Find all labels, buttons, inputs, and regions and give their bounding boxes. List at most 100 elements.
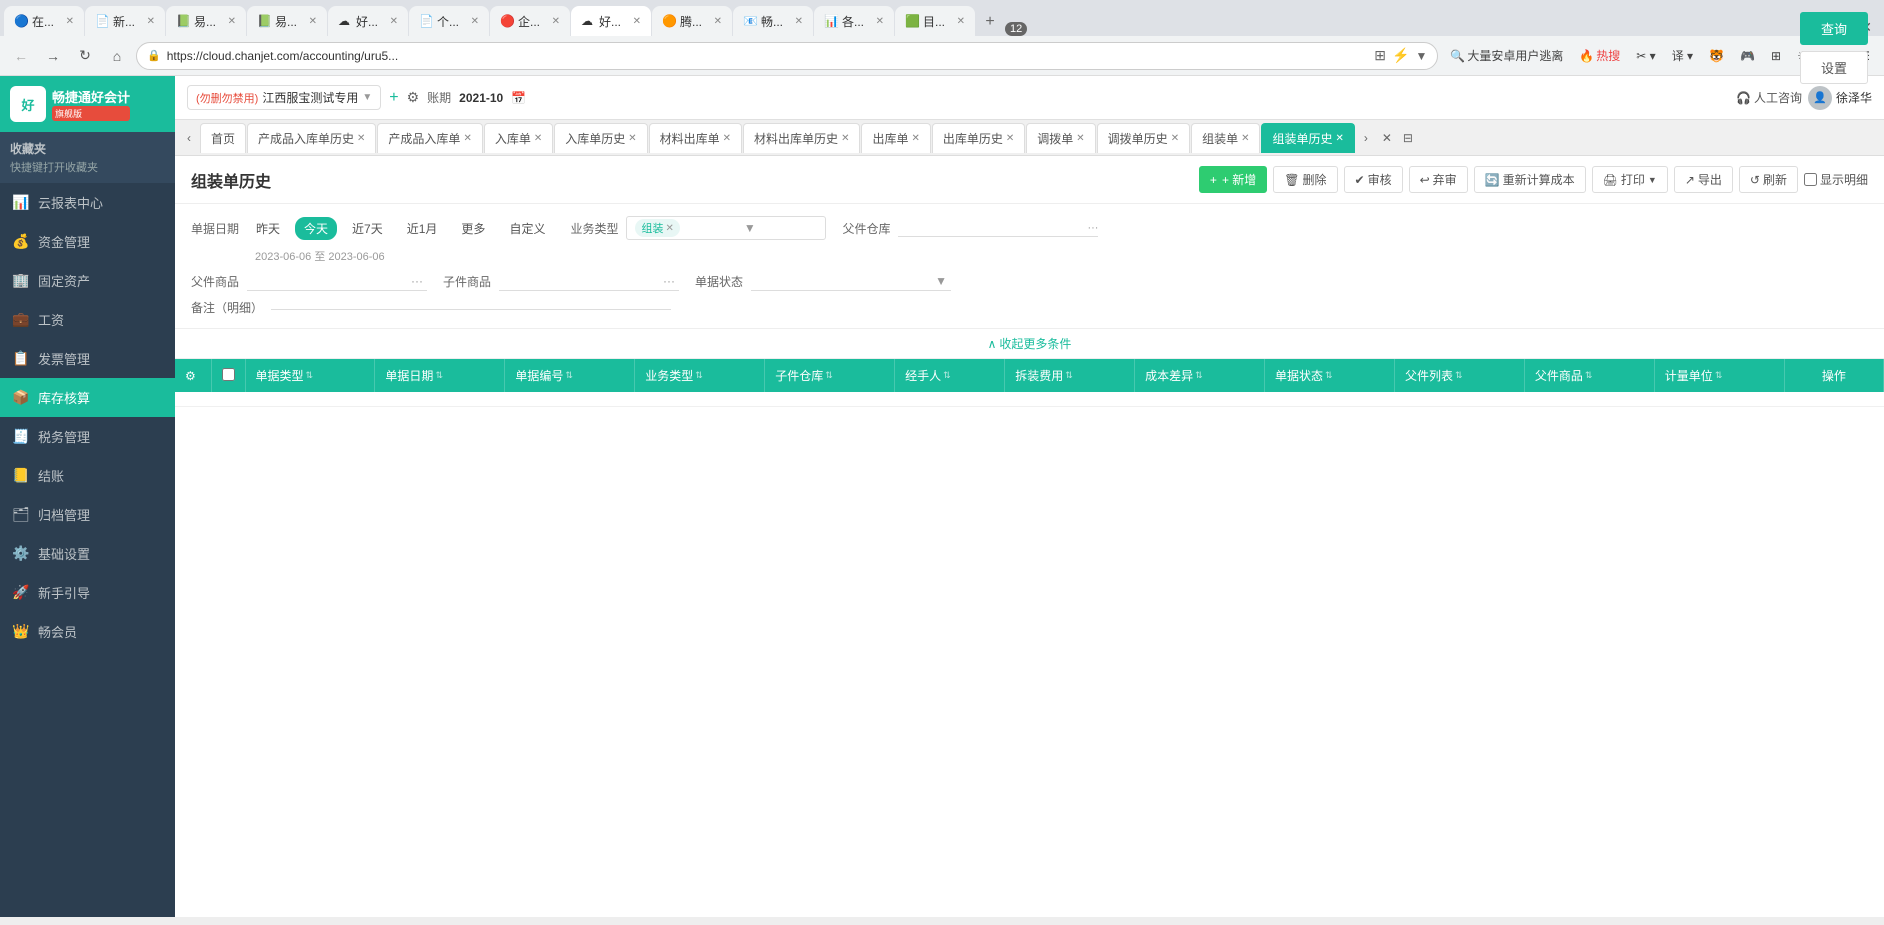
browser-tab-1[interactable]: 🔵 在... ✕ [4, 6, 84, 36]
back-button[interactable]: ← [8, 43, 34, 69]
abandon-button[interactable]: ↩ 弃审 [1409, 166, 1468, 193]
grid-view-button[interactable]: ⊞ [1765, 47, 1787, 65]
tab-close-6[interactable]: ✕ [471, 16, 479, 27]
th-gear[interactable]: ⚙ [175, 359, 211, 392]
tab-close-4[interactable]: ✕ [309, 16, 317, 27]
sidebar-item-cloud-report[interactable]: 📊 云报表中心 [0, 183, 175, 222]
reload-button[interactable]: ↻ [72, 43, 98, 69]
out-history-close[interactable]: ✕ [1006, 133, 1014, 144]
recalc-button[interactable]: 🔄 重新计算成本 [1474, 166, 1586, 193]
page-tab-assembly-history[interactable]: 组装单历史 ✕ [1261, 123, 1354, 153]
date-btn-custom[interactable]: 自定义 [500, 217, 554, 240]
browser-tab-12[interactable]: 🟩 目... ✕ [895, 6, 975, 36]
date-btn-today[interactable]: 今天 [295, 217, 337, 240]
sidebar-item-invoice[interactable]: 📋 发票管理 [0, 339, 175, 378]
browser-tab-4[interactable]: 📗 易... ✕ [247, 6, 327, 36]
refresh-button[interactable]: ↺ 刷新 [1739, 166, 1798, 193]
date-btn-more[interactable]: 更多 [452, 217, 494, 240]
collapse-bar[interactable]: ∧ 收起更多条件 [175, 329, 1884, 359]
favorites-shortcut[interactable]: 快捷键打开收藏夹 [10, 159, 165, 175]
biz-type-expand[interactable]: ▼ [744, 221, 756, 235]
horizontal-scrollbar[interactable] [0, 917, 1884, 925]
in-order-close[interactable]: ✕ [534, 133, 542, 144]
sidebar-item-settings[interactable]: ⚙️ 基础设置 [0, 534, 175, 573]
browser-tab-3[interactable]: 📗 易... ✕ [166, 6, 246, 36]
th-disassemble-fee[interactable]: 拆装费用⇅ [1005, 359, 1135, 392]
browser-tab-6[interactable]: 📄 个... ✕ [409, 6, 489, 36]
th-date[interactable]: 单据日期⇅ [375, 359, 505, 392]
th-parent-list[interactable]: 父件列表⇅ [1394, 359, 1524, 392]
new-tab-button[interactable]: + [976, 8, 1004, 36]
th-order-status[interactable]: 单据状态⇅ [1265, 359, 1395, 392]
tab-nav-close[interactable]: ✕ [1377, 128, 1397, 148]
page-tab-prod-in[interactable]: 产成品入库单 ✕ [377, 123, 482, 153]
sidebar-item-fund[interactable]: 💰 资金管理 [0, 222, 175, 261]
th-unit[interactable]: 计量单位⇅ [1654, 359, 1784, 392]
new-company-button[interactable]: + [389, 89, 398, 107]
browser-tab-5[interactable]: ☁ 好... ✕ [328, 6, 408, 36]
sidebar-item-settle[interactable]: 📒 结账 [0, 456, 175, 495]
tab-nav-right[interactable]: › [1356, 128, 1376, 148]
date-btn-7days[interactable]: 近7天 [343, 217, 392, 240]
sidebar-item-member[interactable]: 👑 畅会员 [0, 612, 175, 651]
th-number[interactable]: 单据编号⇅ [505, 359, 635, 392]
delete-button[interactable]: 🗑 删除 [1273, 166, 1337, 193]
assembly-close[interactable]: ✕ [1241, 133, 1249, 144]
tab-close-12[interactable]: ✕ [957, 16, 965, 27]
assembly-history-close[interactable]: ✕ [1336, 133, 1344, 144]
biz-type-field[interactable]: 组装 ✕ ▼ [626, 216, 826, 240]
parent-warehouse-more[interactable]: ··· [1087, 222, 1098, 234]
browser-tab-10[interactable]: 📧 畅... ✕ [733, 6, 813, 36]
th-child-warehouse[interactable]: 子件仓库⇅ [765, 359, 895, 392]
sidebar-item-archive[interactable]: 🗂 归档管理 [0, 495, 175, 534]
home-button[interactable]: ⌂ [104, 43, 130, 69]
show-detail-checkbox[interactable]: 显示明细 [1804, 171, 1868, 188]
date-btn-yesterday[interactable]: 昨天 [247, 217, 289, 240]
company-settings-button[interactable]: ⚙ [407, 89, 420, 106]
browser-tab-8[interactable]: ☁ 好... ✕ [571, 6, 651, 36]
browser-tab-7[interactable]: 🔴 企... ✕ [490, 6, 570, 36]
tab-nav-more[interactable]: ⊟ [1398, 128, 1418, 148]
page-tab-assembly[interactable]: 组装单 ✕ [1191, 123, 1260, 153]
page-tab-adjust-history[interactable]: 调拨单历史 ✕ [1097, 123, 1190, 153]
page-tab-mat-out[interactable]: 材料出库单 ✕ [649, 123, 742, 153]
forward-button[interactable]: → [40, 43, 66, 69]
audit-button[interactable]: ✔ 审核 [1344, 166, 1403, 193]
game-button[interactable]: 🎮 [1734, 47, 1761, 65]
th-type[interactable]: 单据类型⇅ [245, 359, 375, 392]
tab-close-11[interactable]: ✕ [876, 16, 884, 27]
browser-tab-2[interactable]: 📄 新... ✕ [85, 6, 165, 36]
url-dropdown-icon[interactable]: ▼ [1415, 49, 1427, 63]
tab-close-8[interactable]: ✕ [633, 16, 641, 27]
sidebar-item-fixed-asset[interactable]: 🏢 固定资产 [0, 261, 175, 300]
page-tab-prod-in-history[interactable]: 产成品入库单历史 ✕ [247, 123, 376, 153]
parent-warehouse-field[interactable]: ··· [898, 220, 1098, 237]
page-tab-adjust[interactable]: 调拨单 ✕ [1026, 123, 1095, 153]
sidebar-item-tax[interactable]: 🧾 税务管理 [0, 417, 175, 456]
sidebar-item-guide[interactable]: 🚀 新手引导 [0, 573, 175, 612]
page-tab-in-order[interactable]: 入库单 ✕ [484, 123, 553, 153]
browser-tab-11[interactable]: 📊 各... ✕ [814, 6, 894, 36]
tab-close-3[interactable]: ✕ [228, 16, 236, 27]
scissors-button[interactable]: ✂ ▾ [1630, 47, 1661, 65]
company-selector[interactable]: (勿删勿禁用) 江西服宝测试专用 ▼ [187, 85, 381, 110]
show-detail-input[interactable] [1804, 173, 1817, 186]
in-history-close[interactable]: ✕ [628, 133, 636, 144]
prod-in-close[interactable]: ✕ [463, 133, 471, 144]
emoji-button[interactable]: 🐯 [1703, 47, 1730, 65]
translate-button[interactable]: 译 ▾ [1666, 45, 1699, 66]
calendar-icon[interactable]: 📅 [511, 91, 526, 105]
print-button[interactable]: 🖨 打印 ▼ [1592, 166, 1668, 193]
th-parent-goods[interactable]: 父件商品⇅ [1524, 359, 1654, 392]
search-bar[interactable]: 🔍 大量安卓用户逃离 [1444, 45, 1569, 66]
adjust-close[interactable]: ✕ [1076, 133, 1084, 144]
page-tab-in-history[interactable]: 入库单历史 ✕ [554, 123, 647, 153]
tab-close-7[interactable]: ✕ [552, 16, 560, 27]
notes-input[interactable] [271, 305, 671, 310]
new-button[interactable]: + + 新增 [1199, 166, 1267, 193]
adjust-history-close[interactable]: ✕ [1171, 133, 1179, 144]
page-tab-out-order[interactable]: 出库单 ✕ [861, 123, 930, 153]
th-cost-diff[interactable]: 成本差异⇅ [1135, 359, 1265, 392]
select-all-checkbox[interactable] [222, 368, 235, 381]
export-button[interactable]: ↗ 导出 [1674, 166, 1733, 193]
